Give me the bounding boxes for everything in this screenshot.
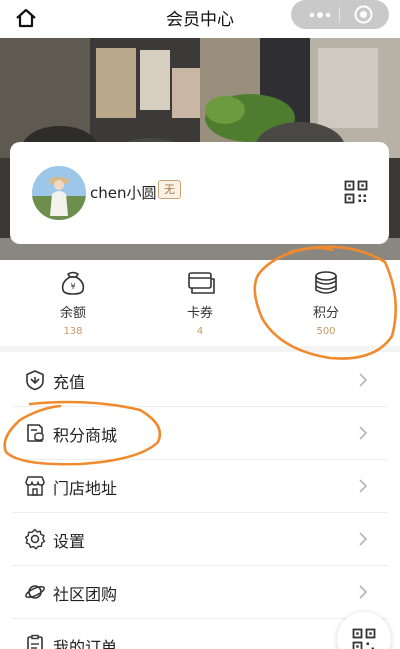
top-navigation-bar: 会员中心 — [0, 0, 400, 36]
asset-stats-row: ¥ 余额 138 卡券 4 积分 500 — [0, 260, 400, 344]
menu-item-settings[interactable]: 设置 — [12, 513, 388, 566]
menu-item-label: 充值 — [53, 373, 86, 392]
menu-list: 充值 积分商城 门店地址 设置 社区团购 我的订单 — [0, 354, 400, 649]
chevron-right-icon — [359, 532, 368, 546]
wallet-icon: ¥ — [61, 271, 85, 295]
menu-item-label: 设置 — [53, 532, 86, 551]
close-miniprogram-icon[interactable] — [354, 5, 373, 24]
stat-balance-value: 138 — [63, 326, 83, 337]
capsule-separator — [339, 7, 340, 22]
cards-icon — [188, 272, 215, 294]
chevron-right-icon — [359, 479, 368, 493]
qr-code-icon — [352, 628, 376, 649]
menu-item-store-address[interactable]: 门店地址 — [12, 460, 388, 513]
points-mall-icon — [27, 424, 44, 442]
order-icon — [27, 634, 43, 649]
menu-item-label: 门店地址 — [53, 479, 118, 498]
menu-item-label: 我的订单 — [53, 638, 118, 649]
coins-icon — [315, 271, 337, 294]
menu-item-recharge[interactable]: 充值 — [12, 354, 388, 407]
menu-item-points-mall[interactable]: 积分商城 — [12, 407, 388, 460]
stat-coupons-value: 4 — [196, 326, 204, 337]
section-divider — [0, 346, 400, 352]
stat-points-label: 积分 — [312, 306, 339, 321]
menu-item-my-orders[interactable]: 我的订单 — [12, 619, 388, 649]
planet-icon — [25, 585, 45, 599]
more-dots-icon[interactable] — [309, 12, 331, 18]
chevron-right-icon — [359, 426, 368, 440]
stat-points[interactable]: 积分 500 — [266, 270, 386, 337]
menu-item-label: 积分商城 — [53, 426, 118, 445]
store-icon — [25, 476, 45, 496]
username: chen小圆 — [90, 184, 157, 202]
stat-balance-label: 余额 — [59, 306, 86, 321]
menu-item-label: 社区团购 — [53, 585, 118, 604]
menu-item-community-group-buy[interactable]: 社区团购 — [12, 566, 388, 619]
svg-text:¥: ¥ — [70, 282, 75, 291]
stat-coupons[interactable]: 卡券 4 — [140, 270, 260, 337]
avatar[interactable] — [32, 166, 86, 220]
stat-points-value: 500 — [316, 326, 336, 337]
stat-balance[interactable]: ¥ 余额 138 — [13, 270, 133, 337]
chevron-right-icon — [359, 373, 368, 387]
recharge-icon — [26, 370, 44, 391]
stat-coupons-label: 卡券 — [186, 306, 213, 321]
gear-icon — [24, 528, 46, 550]
chevron-right-icon — [359, 585, 368, 599]
member-qr-code-icon[interactable] — [344, 180, 368, 204]
miniprogram-capsule — [291, 0, 389, 29]
profile-card: chen小圆 无 — [10, 142, 389, 244]
member-level-badge: 无 — [158, 180, 181, 199]
